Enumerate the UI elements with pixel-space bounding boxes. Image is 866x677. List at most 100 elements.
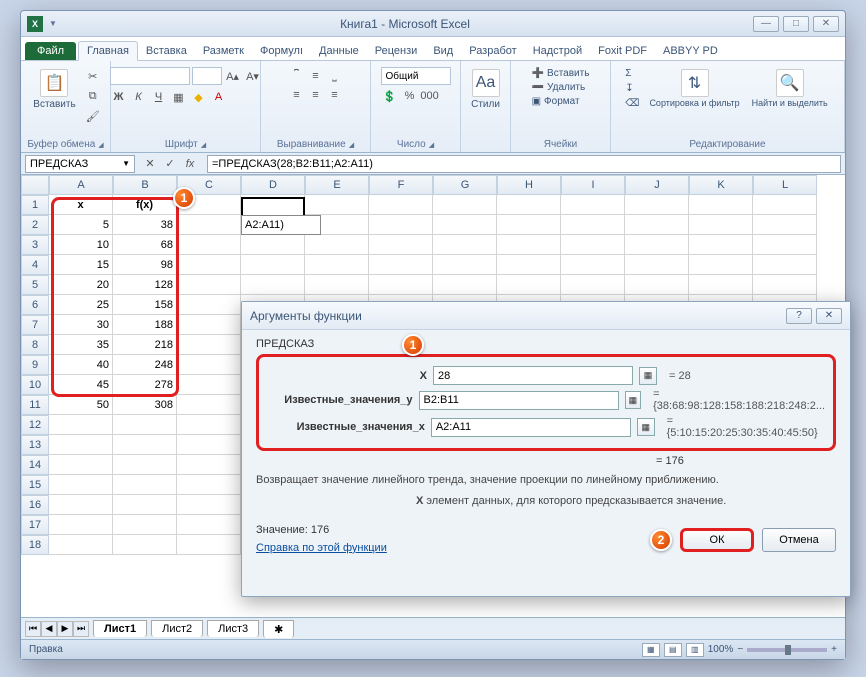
tab-file[interactable]: Файл (25, 42, 76, 60)
row-header-11[interactable]: 11 (21, 395, 49, 415)
tab-foxit[interactable]: Foxit PDF (590, 42, 655, 60)
cell-C18[interactable] (177, 535, 241, 555)
col-header-L[interactable]: L (753, 175, 817, 195)
tab-layout[interactable]: Разметк (195, 42, 252, 60)
cell-B13[interactable] (113, 435, 177, 455)
cell-B2[interactable]: 38 (113, 215, 177, 235)
row-header-3[interactable]: 3 (21, 235, 49, 255)
name-box[interactable]: ПРЕДСКАЗ▼ (25, 155, 135, 173)
cell-F1[interactable] (369, 195, 433, 215)
cell-B10[interactable]: 278 (113, 375, 177, 395)
cell-B14[interactable] (113, 455, 177, 475)
cell-C12[interactable] (177, 415, 241, 435)
cell-G3[interactable] (433, 235, 497, 255)
cell-D3[interactable] (241, 235, 305, 255)
row-header-5[interactable]: 5 (21, 275, 49, 295)
font-color-icon[interactable]: A (210, 88, 228, 106)
sheet-tab-3[interactable]: Лист3 (207, 620, 259, 637)
align-bottom-icon[interactable]: ⎵ (326, 67, 344, 85)
zoom-slider[interactable] (747, 648, 827, 652)
cell-K2[interactable] (689, 215, 753, 235)
cell-G2[interactable] (433, 215, 497, 235)
cell-A13[interactable] (49, 435, 113, 455)
row-header-4[interactable]: 4 (21, 255, 49, 275)
row-header-16[interactable]: 16 (21, 495, 49, 515)
align-middle-icon[interactable]: ≡ (307, 67, 325, 85)
cell-A12[interactable] (49, 415, 113, 435)
cell-C8[interactable] (177, 335, 241, 355)
percent-icon[interactable]: % (401, 87, 419, 105)
cell-C4[interactable] (177, 255, 241, 275)
shrink-font-icon[interactable]: A▾ (244, 67, 262, 85)
cell-B9[interactable]: 248 (113, 355, 177, 375)
fx-icon[interactable]: fx (181, 155, 199, 173)
tab-insert[interactable]: Вставка (138, 42, 195, 60)
row-header-10[interactable]: 10 (21, 375, 49, 395)
row-header-14[interactable]: 14 (21, 455, 49, 475)
cell-C2[interactable] (177, 215, 241, 235)
formula-enter-button[interactable]: ✓ (161, 155, 179, 173)
cell-B3[interactable]: 68 (113, 235, 177, 255)
cell-A16[interactable] (49, 495, 113, 515)
cell-B17[interactable] (113, 515, 177, 535)
close-button[interactable]: ✕ (813, 16, 839, 32)
cell-F2[interactable] (369, 215, 433, 235)
tab-home[interactable]: Главная (78, 41, 138, 61)
row-header-9[interactable]: 9 (21, 355, 49, 375)
find-select-button[interactable]: 🔍 Найти и выделить (748, 67, 832, 111)
sheet-tab-2[interactable]: Лист2 (151, 620, 203, 637)
cell-B12[interactable] (113, 415, 177, 435)
cell-C3[interactable] (177, 235, 241, 255)
autosum-button[interactable]: Σ (623, 67, 641, 80)
sheet-nav-next[interactable]: ▶ (57, 621, 73, 637)
new-sheet-button[interactable]: ✱ (263, 620, 294, 638)
align-center-icon[interactable]: ≡ (307, 86, 325, 104)
cell-K1[interactable] (689, 195, 753, 215)
cell-B7[interactable]: 188 (113, 315, 177, 335)
formula-cancel-button[interactable]: ✕ (141, 155, 159, 173)
cell-A5[interactable]: 20 (49, 275, 113, 295)
collapse-dialog-icon[interactable]: ▦ (639, 367, 657, 385)
arg-y-input[interactable] (419, 391, 619, 410)
cell-A17[interactable] (49, 515, 113, 535)
cell-B11[interactable]: 308 (113, 395, 177, 415)
cell-A7[interactable]: 30 (49, 315, 113, 335)
tab-view[interactable]: Вид (425, 42, 461, 60)
cell-A2[interactable]: 5 (49, 215, 113, 235)
tab-abbyy[interactable]: ABBYY PD (655, 42, 726, 60)
cell-A14[interactable] (49, 455, 113, 475)
format-painter-icon[interactable]: 🖌 (84, 107, 102, 125)
paste-button[interactable]: 📋 Вставить (29, 67, 79, 112)
insert-cells-button[interactable]: ➕Вставить (530, 67, 592, 80)
col-header-K[interactable]: K (689, 175, 753, 195)
cell-H1[interactable] (497, 195, 561, 215)
cell-C16[interactable] (177, 495, 241, 515)
tab-review[interactable]: Рецензи (367, 42, 426, 60)
sort-filter-button[interactable]: ⇅ Сортировка и фильтр (645, 67, 743, 111)
cell-K3[interactable] (689, 235, 753, 255)
col-header-E[interactable]: E (305, 175, 369, 195)
bold-icon[interactable]: Ж (110, 88, 128, 106)
expand-icon[interactable]: ◢ (429, 141, 434, 149)
cell-C7[interactable] (177, 315, 241, 335)
cancel-button[interactable]: Отмена (762, 528, 836, 552)
cell-A6[interactable]: 25 (49, 295, 113, 315)
row-header-18[interactable]: 18 (21, 535, 49, 555)
cell-B4[interactable]: 98 (113, 255, 177, 275)
number-format-dropdown[interactable]: Общий (381, 67, 451, 85)
sheet-nav-prev[interactable]: ◀ (41, 621, 57, 637)
cell-F4[interactable] (369, 255, 433, 275)
font-size-dropdown[interactable] (192, 67, 222, 85)
row-header-7[interactable]: 7 (21, 315, 49, 335)
cell-B18[interactable] (113, 535, 177, 555)
cell-G4[interactable] (433, 255, 497, 275)
dialog-close-button[interactable]: ✕ (816, 308, 842, 324)
collapse-dialog-icon[interactable]: ▦ (637, 418, 655, 436)
cell-H5[interactable] (497, 275, 561, 295)
cell-B5[interactable]: 128 (113, 275, 177, 295)
align-left-icon[interactable]: ≡ (288, 86, 306, 104)
zoom-slider-thumb[interactable] (785, 645, 791, 655)
row-header-8[interactable]: 8 (21, 335, 49, 355)
col-header-J[interactable]: J (625, 175, 689, 195)
collapse-dialog-icon[interactable]: ▦ (625, 391, 642, 409)
